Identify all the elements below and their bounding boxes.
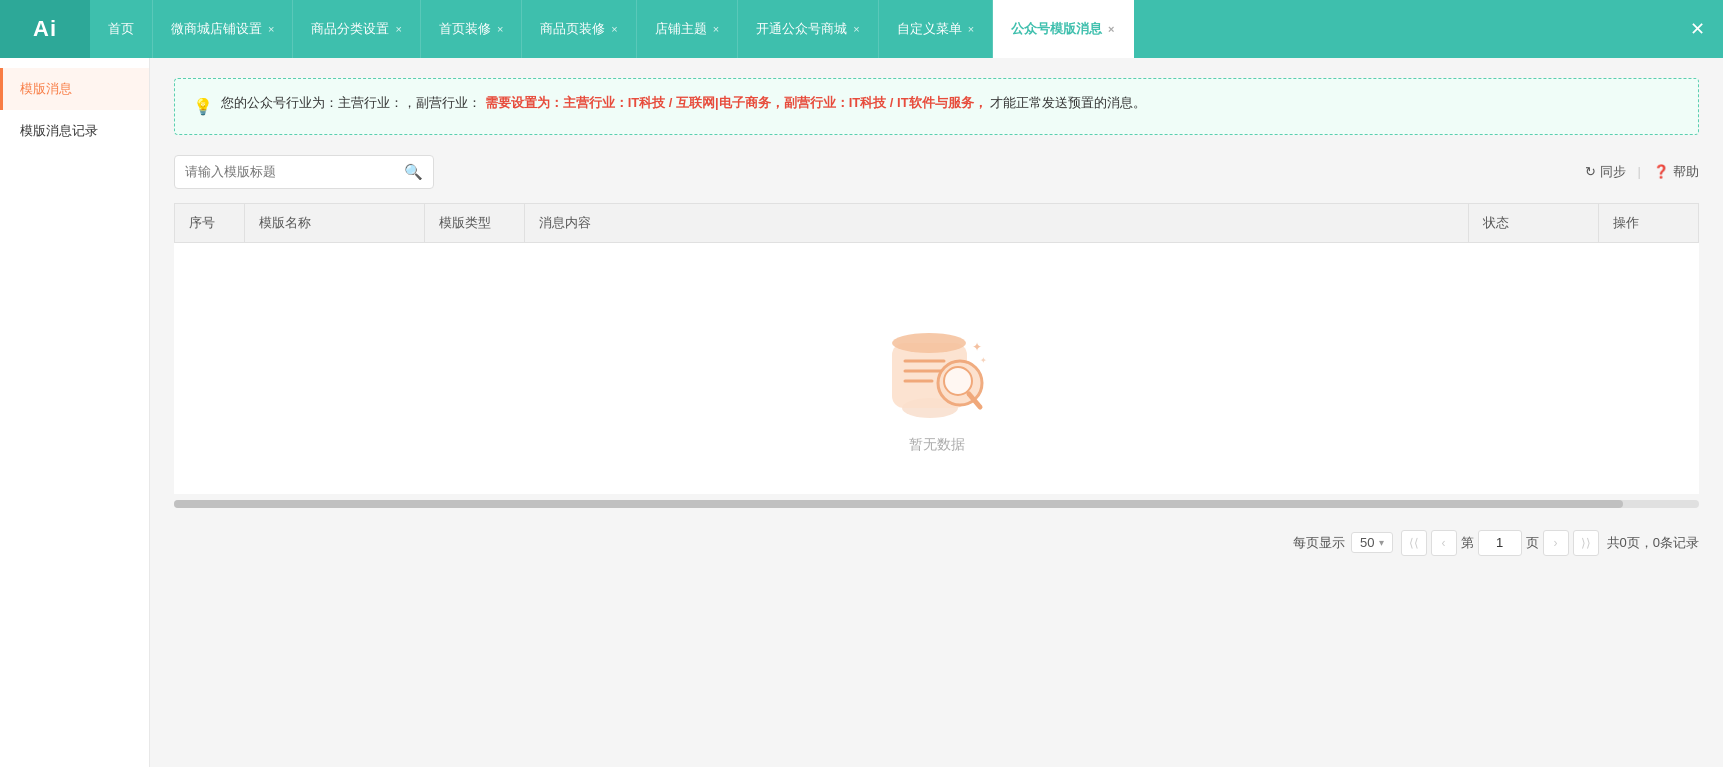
nav-tab-shop-theme[interactable]: 店铺主题× (637, 0, 738, 58)
sidebar-item-template-msg[interactable]: 模版消息 (0, 68, 149, 110)
col-header-seq: 序号 (175, 203, 245, 242)
sidebar-item-template-msg-log[interactable]: 模版消息记录 (0, 110, 149, 152)
col-header-status: 状态 (1469, 203, 1599, 242)
chevron-down-icon: ▾ (1379, 537, 1384, 548)
col-header-action: 操作 (1599, 203, 1699, 242)
toolbar-divider: | (1638, 164, 1641, 179)
tab-close-open-public-shop[interactable]: × (853, 24, 859, 35)
svg-text:✦: ✦ (980, 356, 987, 365)
help-icon: ❓ (1653, 164, 1669, 179)
top-navigation: Ai 首页微商城店铺设置×商品分类设置×首页装修×商品页装修×店铺主题×开通公众… (0, 0, 1723, 58)
tab-close-product-decor[interactable]: × (611, 24, 617, 35)
toolbar: 🔍 ↻ 同步 | ❓ 帮助 (174, 155, 1699, 189)
notice-highlight: 需要设置为：主营行业：IT科技 / 互联网|电子商务，副营行业：IT科技 / I… (485, 95, 987, 110)
nav-tab-product-decor[interactable]: 商品页装修× (522, 0, 636, 58)
table-header-row: 序号 模版名称 模版类型 消息内容 状态 操作 (175, 203, 1699, 242)
per-page-select[interactable]: 50 ▾ (1351, 532, 1392, 553)
per-page-value: 50 (1360, 535, 1374, 550)
main-layout: 模版消息模版消息记录 💡 您的公众号行业为：主营行业：，副营行业： 需要设置为：… (0, 58, 1723, 767)
search-button[interactable]: 🔍 (404, 163, 423, 181)
last-page-button[interactable]: ⟩⟩ (1573, 530, 1599, 556)
tab-close-template-msg[interactable]: × (1108, 24, 1114, 35)
horizontal-scrollbar[interactable] (174, 500, 1699, 508)
logo: Ai (0, 0, 90, 58)
tab-close-shop-theme[interactable]: × (713, 24, 719, 35)
notice-prefix: 您的公众号行业为：主营行业：，副营行业： (221, 95, 481, 110)
close-all-button[interactable]: ✕ (1672, 0, 1723, 58)
next-page-button[interactable]: › (1543, 530, 1569, 556)
content-area: 💡 您的公众号行业为：主营行业：，副营行业： 需要设置为：主营行业：IT科技 /… (150, 58, 1723, 767)
col-header-type: 模版类型 (425, 203, 525, 242)
empty-state-icon: ✦ ✦ (872, 303, 1002, 433)
svg-point-2 (892, 333, 966, 353)
scrollbar-thumb (174, 500, 1623, 508)
first-page-button[interactable]: ⟨⟨ (1401, 530, 1427, 556)
nav-tabs: 首页微商城店铺设置×商品分类设置×首页装修×商品页装修×店铺主题×开通公众号商城… (90, 0, 1672, 58)
tab-close-home-decor[interactable]: × (497, 24, 503, 35)
nav-tab-home-decor[interactable]: 首页装修× (421, 0, 522, 58)
col-header-content: 消息内容 (525, 203, 1469, 242)
tab-close-weshop-settings[interactable]: × (268, 24, 274, 35)
sync-button[interactable]: ↻ 同步 (1585, 163, 1626, 181)
prev-page-button[interactable]: ‹ (1431, 530, 1457, 556)
tab-close-product-category[interactable]: × (395, 24, 401, 35)
data-table: 序号 模版名称 模版类型 消息内容 状态 操作 (174, 203, 1699, 494)
empty-state-row: ✦ ✦ 暂无数据 (175, 242, 1699, 494)
page-label-suffix: 页 (1526, 534, 1539, 552)
table-body: ✦ ✦ 暂无数据 (175, 242, 1699, 494)
nav-tab-product-category[interactable]: 商品分类设置× (293, 0, 420, 58)
help-button[interactable]: ❓ 帮助 (1653, 163, 1699, 181)
notice-banner: 💡 您的公众号行业为：主营行业：，副营行业： 需要设置为：主营行业：IT科技 /… (174, 78, 1699, 135)
sync-label: 同步 (1600, 163, 1626, 181)
page-label-prefix: 第 (1461, 534, 1474, 552)
nav-tab-template-msg[interactable]: 公众号模版消息× (993, 0, 1133, 58)
nav-tab-custom-menu[interactable]: 自定义菜单× (879, 0, 993, 58)
svg-text:✦: ✦ (972, 340, 982, 354)
pagination: 每页显示 50 ▾ ⟨⟨ ‹ 第 页 › ⟩⟩ 共0页，0条记录 (174, 522, 1699, 564)
toolbar-right: ↻ 同步 | ❓ 帮助 (1585, 163, 1699, 181)
nav-tab-open-public-shop[interactable]: 开通公众号商城× (738, 0, 878, 58)
nav-tab-weshop-settings[interactable]: 微商城店铺设置× (153, 0, 293, 58)
page-number-input[interactable] (1478, 530, 1522, 556)
svg-point-7 (944, 367, 972, 395)
bulb-icon: 💡 (193, 94, 213, 120)
nav-tab-home[interactable]: 首页 (90, 0, 153, 58)
sidebar: 模版消息模版消息记录 (0, 58, 150, 767)
page-size-selector: 每页显示 50 ▾ (1293, 532, 1392, 553)
empty-state: ✦ ✦ 暂无数据 (175, 243, 1699, 494)
page-navigation: ⟨⟨ ‹ 第 页 › ⟩⟩ (1401, 530, 1599, 556)
notice-suffix: 才能正常发送预置的消息。 (990, 95, 1146, 110)
search-input[interactable] (185, 164, 404, 179)
search-box: 🔍 (174, 155, 434, 189)
empty-state-text: 暂无数据 (175, 436, 1699, 454)
sync-icon: ↻ (1585, 164, 1596, 179)
per-page-label: 每页显示 (1293, 534, 1345, 552)
notice-text: 您的公众号行业为：主营行业：，副营行业： 需要设置为：主营行业：IT科技 / 互… (221, 93, 1146, 114)
col-header-name: 模版名称 (245, 203, 425, 242)
table-header: 序号 模版名称 模版类型 消息内容 状态 操作 (175, 203, 1699, 242)
tab-close-custom-menu[interactable]: × (968, 24, 974, 35)
help-label: 帮助 (1673, 163, 1699, 181)
total-info: 共0页，0条记录 (1607, 534, 1699, 552)
